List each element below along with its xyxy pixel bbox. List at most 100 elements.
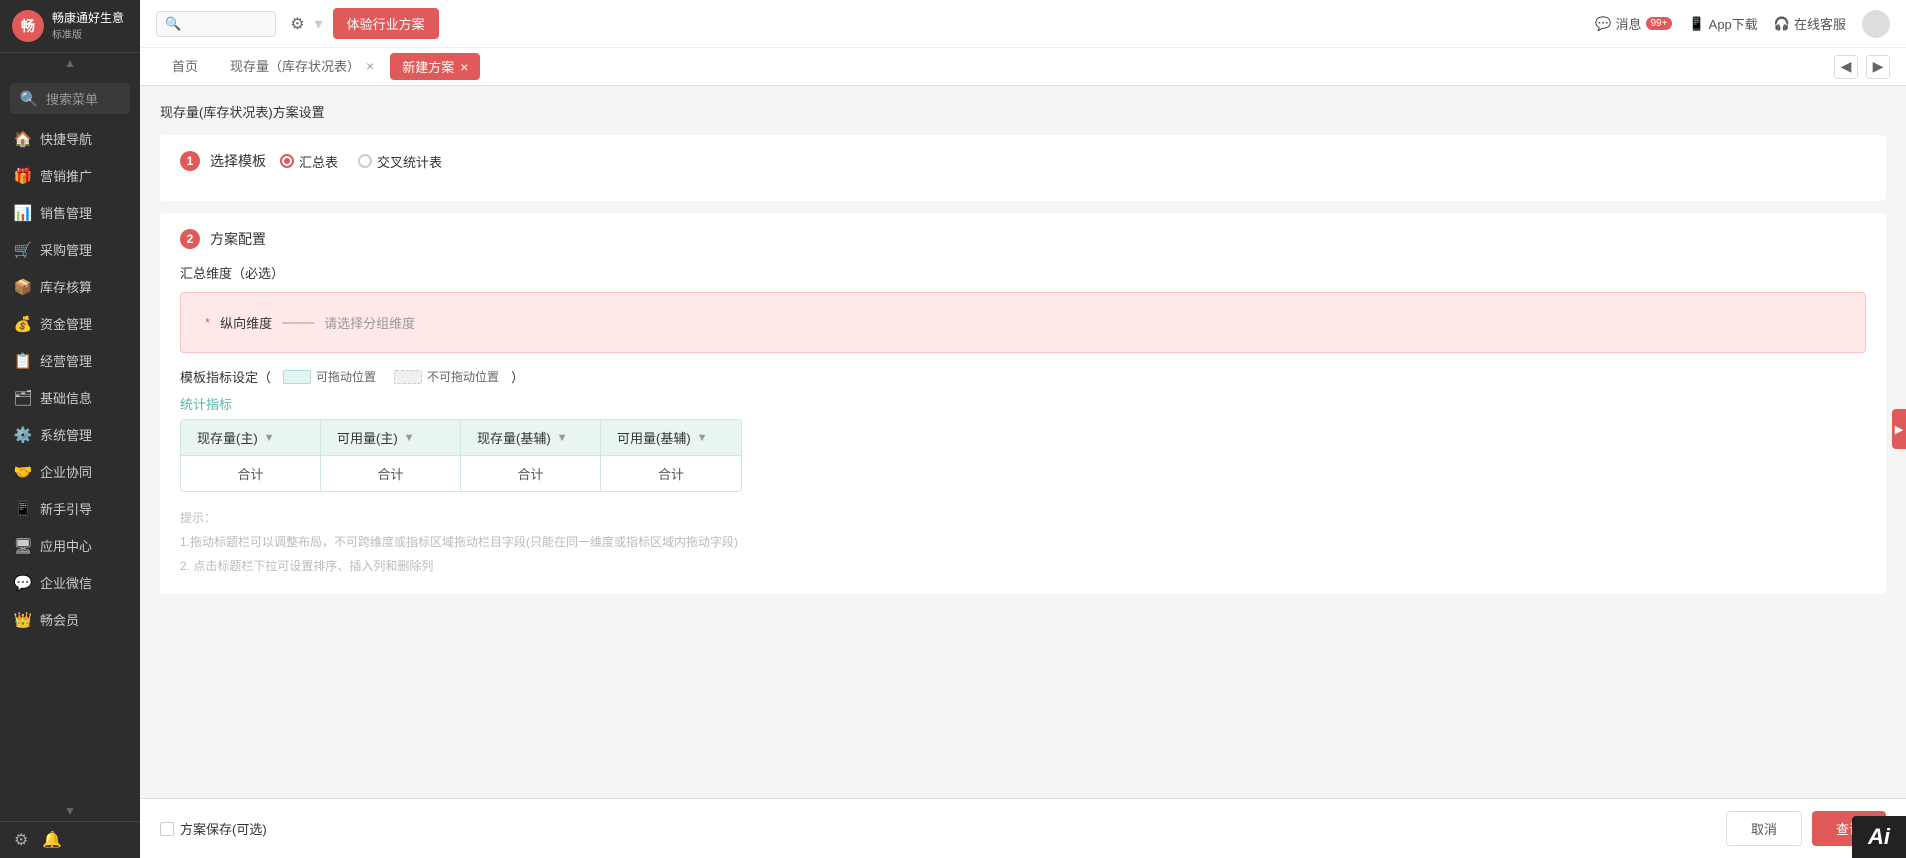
save-option-label: 方案保存(可选): [180, 819, 267, 838]
sidebar-item-label: 经营管理: [40, 351, 92, 370]
cell-0-1: 合计: [321, 456, 461, 491]
col-dropdown-0[interactable]: ▼: [264, 432, 275, 444]
save-option: 方案保存(可选): [160, 819, 267, 838]
content-area: 现存量(库存状况表)方案设置 1 选择模板 汇总表 交叉统计表: [140, 86, 1906, 798]
messages-button[interactable]: 💬 消息 99+: [1595, 14, 1672, 33]
tip-2: 2. 点击标题栏下拉可设置排序、插入列和删除列: [180, 554, 1866, 578]
sidebar-item-newguide[interactable]: 📱 新手引导: [0, 490, 140, 527]
sidebar-item-system[interactable]: ⚙️ 系统管理: [0, 416, 140, 453]
sidebar-item-inventory[interactable]: 📦 库存核算: [0, 268, 140, 305]
headset-icon: 🎧: [1774, 16, 1790, 32]
sidebar-item-quicknav[interactable]: 🏠 快捷导航: [0, 120, 140, 157]
stat-table-header: 现存量(主) ▼ 可用量(主) ▼ 现存量(基辅) ▼ 可用量(基辅): [181, 420, 741, 455]
sidebar-item-agreement[interactable]: 🤝 企业协同: [0, 453, 140, 490]
step1-header: 1 选择模板 汇总表 交叉统计表: [180, 151, 1866, 171]
radio-summary[interactable]: 汇总表: [280, 152, 338, 171]
dimension-arrow: ——: [282, 314, 314, 332]
sidebar-item-member[interactable]: 👑 畅会员: [0, 601, 140, 638]
tabs-bar: 首页 现存量（库存状况表） × 新建方案 × ◀ ▶: [140, 48, 1906, 86]
sound-footer-icon[interactable]: 🔔: [42, 830, 62, 850]
tips-title: 提示：: [180, 511, 216, 525]
footer-bar: 方案保存(可选) 取消 查询: [140, 798, 1906, 858]
sidebar-item-label: 营销推广: [40, 166, 92, 185]
user-avatar[interactable]: [1862, 10, 1890, 38]
settings-gear-icon[interactable]: ⚙: [290, 14, 304, 34]
app-name: 畅康通好生意: [52, 11, 124, 27]
app-version: 标准版: [52, 26, 124, 41]
search-icon: 🔍: [20, 90, 38, 108]
tab-expand-button[interactable]: ▶: [1866, 55, 1890, 79]
immovable-box: [394, 370, 422, 384]
radio-cross[interactable]: 交叉统计表: [358, 152, 442, 171]
sidebar-item-label: 库存核算: [40, 277, 92, 296]
save-checkbox[interactable]: [160, 822, 174, 836]
sidebar-item-label: 资金管理: [40, 314, 92, 333]
cart-icon: 🛒: [14, 241, 32, 259]
stat-section-title: 统计指标: [180, 394, 1866, 413]
sidebar-item-appstore[interactable]: 🖥 应用中心: [0, 527, 140, 564]
sidebar-item-label: 销售管理: [40, 203, 92, 222]
sidebar-item-wechat[interactable]: 💬 企业微信: [0, 564, 140, 601]
system-icon: ⚙️: [14, 426, 32, 444]
sidebar-item-marketing[interactable]: 🎁 营销推广: [0, 157, 140, 194]
stat-table-body: 合计 合计 合计 合计: [181, 455, 741, 491]
handshake-icon: 🤝: [14, 463, 32, 481]
chart-icon: 📊: [14, 204, 32, 222]
col-header-1[interactable]: 可用量(主) ▼: [321, 420, 461, 455]
app-name-block: 畅康通好生意 标准版: [52, 11, 124, 42]
tab-collapse-button[interactable]: ◀: [1834, 55, 1858, 79]
movable-box: [283, 370, 311, 384]
col-dropdown-1[interactable]: ▼: [404, 432, 415, 444]
legend-immovable: 不可拖动位置: [394, 368, 499, 385]
app-download-button[interactable]: 📱 App下载: [1688, 14, 1757, 33]
sidebar-scroll-down[interactable]: ▼: [0, 801, 140, 821]
legend-movable: 可拖动位置: [283, 368, 376, 385]
dimension-area[interactable]: * 纵向维度 —— 请选择分组维度: [180, 292, 1866, 353]
step2-title: 方案配置: [210, 229, 266, 249]
col-header-3[interactable]: 可用量(基辅) ▼: [601, 420, 741, 455]
mobile-icon: 📱: [14, 500, 32, 518]
sidebar-item-business[interactable]: 📋 经营管理: [0, 342, 140, 379]
tabs-actions: ◀ ▶: [1834, 55, 1890, 79]
tab-close-new-scheme[interactable]: ×: [460, 59, 468, 75]
page-title: 现存量(库存状况表)方案设置: [160, 102, 1886, 121]
tab-close-inventory[interactable]: ×: [366, 58, 374, 74]
search-input[interactable]: [187, 17, 267, 31]
tips-section: 提示： 1.拖动标题栏可以调整布局，不可跨维度或指标区域拖动栏目字段(只能在同一…: [180, 506, 1866, 578]
col-dropdown-3[interactable]: ▼: [697, 432, 708, 444]
sidebar-search[interactable]: 🔍 搜索菜单: [10, 83, 130, 114]
customer-service-button[interactable]: 🎧 在线客服: [1774, 14, 1846, 33]
tab-inventory-status[interactable]: 现存量（库存状况表） ×: [214, 48, 390, 85]
step2-badge: 2: [180, 229, 200, 249]
sidebar-item-label: 系统管理: [40, 425, 92, 444]
step1-title: 选择模板: [210, 151, 266, 171]
sidebar-item-label: 基础信息: [40, 388, 92, 407]
clipboard-icon: 📋: [14, 352, 32, 370]
indicator-settings-label: 模板指标设定（ 可拖动位置 不可拖动位置 ）: [180, 367, 1866, 386]
col-dropdown-2[interactable]: ▼: [557, 432, 568, 444]
tip-1: 1.拖动标题栏可以调整布局，不可跨维度或指标区域拖动栏目字段(只能在同一维度或指…: [180, 530, 1866, 554]
cancel-button[interactable]: 取消: [1726, 811, 1802, 846]
main-area: 🔍 ⚙ ▾ 体验行业方案 💬 消息 99+ 📱 App下载 🎧 在线客服: [140, 0, 1906, 858]
ai-float-button[interactable]: Ai: [1852, 816, 1906, 858]
tab-home[interactable]: 首页: [156, 48, 214, 85]
message-badge: 99+: [1646, 17, 1673, 30]
sidebar-item-purchase[interactable]: 🛒 采购管理: [0, 231, 140, 268]
dimension-placeholder: 请选择分组维度: [324, 313, 415, 332]
settings-footer-icon[interactable]: ⚙: [14, 830, 28, 850]
sidebar-item-basic[interactable]: 🗂 基础信息: [0, 379, 140, 416]
message-icon: 💬: [1595, 16, 1611, 32]
tab-new-scheme[interactable]: 新建方案 ×: [390, 53, 480, 80]
col-header-2[interactable]: 现存量(基辅) ▼: [461, 420, 601, 455]
sidebar-scroll-up[interactable]: ▲: [0, 53, 140, 73]
topbar-search-box[interactable]: 🔍: [156, 11, 276, 37]
cell-0-3: 合计: [601, 456, 741, 491]
search-topbar-icon: 🔍: [165, 16, 181, 32]
sidebar-item-finance[interactable]: 💰 资金管理: [0, 305, 140, 342]
chat-icon: 💬: [14, 574, 32, 592]
trial-industry-button[interactable]: 体验行业方案: [333, 8, 439, 39]
sidebar-item-sales[interactable]: 📊 销售管理: [0, 194, 140, 231]
side-collapse-handle[interactable]: ▶: [1892, 409, 1906, 449]
col-header-0[interactable]: 现存量(主) ▼: [181, 420, 321, 455]
indicator-legend: 可拖动位置 不可拖动位置: [283, 368, 499, 385]
